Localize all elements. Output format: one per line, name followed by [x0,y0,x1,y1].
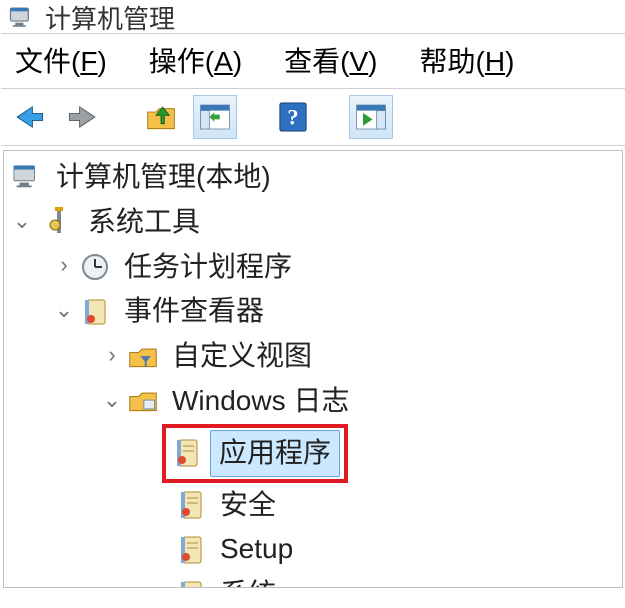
tree-node-system-tools[interactable]: ⌄ 系统工具 [4,200,622,245]
tree-node-security[interactable]: 安全 [4,483,622,528]
back-arrow-icon [12,103,46,131]
toggle-console-tree-button[interactable] [193,95,237,139]
tree-label-application: 应用程序 [210,430,340,477]
panel-toggle-icon [199,103,231,131]
tree-label-task-scheduler: 任务计划程序 [118,245,298,290]
tree-node-windows-logs[interactable]: ⌄ Windows 日志 [4,379,622,424]
folder-filter-icon [126,340,160,374]
tree-node-system[interactable]: 系统 [4,572,622,588]
tree-label-custom-views: 自定义视图 [166,334,318,379]
menu-bar: 文件(F) 操作(A) 查看(V) 帮助(H) [1,34,625,88]
menu-action[interactable]: 操作(A) [149,40,242,80]
tree-label-system-tools: 系统工具 [82,200,206,245]
computer-management-icon [10,160,44,194]
toolbar: ? [1,88,625,146]
help-button[interactable]: ? [271,95,315,139]
up-folder-icon [144,102,178,132]
tree-node-task-scheduler[interactable]: › 任务计划程序 [4,245,622,290]
console-tree-panel: 计算机管理(本地) ⌄ 系统工具 › [3,150,623,588]
tree-label-root: 计算机管理(本地) [50,155,277,200]
run-panel-icon [355,103,387,131]
expander-collapse-icon[interactable]: ⌄ [52,294,76,329]
forward-arrow-icon [66,103,100,131]
tree-label-event-viewer: 事件查看器 [118,289,270,334]
help-icon: ? [278,101,308,133]
clock-icon [78,250,112,284]
menu-help[interactable]: 帮助(H) [420,40,515,80]
tree-node-root[interactable]: 计算机管理(本地) [4,155,622,200]
tree-label-setup: Setup [214,527,299,572]
nav-forward-button[interactable] [61,95,105,139]
tree-node-setup[interactable]: Setup [4,527,622,572]
nav-back-button[interactable] [7,95,51,139]
tree-label-system: 系统 [214,572,282,588]
title-bar: 计算机管理 [1,1,625,33]
console-tree[interactable]: 计算机管理(本地) ⌄ 系统工具 › [4,151,622,588]
menu-view[interactable]: 查看(V) [284,40,377,80]
tree-node-application[interactable]: 应用程序 [4,424,622,483]
expander-expand-icon[interactable]: › [52,249,76,284]
tree-label-security: 安全 [214,483,282,528]
expander-collapse-icon[interactable]: ⌄ [100,384,124,419]
svg-text:?: ? [287,105,298,130]
system-tools-icon [42,205,76,239]
highlight-box: 应用程序 [162,424,348,483]
event-viewer-icon [78,295,112,329]
action-pane-button[interactable] [349,95,393,139]
log-icon [174,533,208,567]
app-icon [7,3,35,31]
folder-icon [126,384,160,418]
nav-up-button[interactable] [139,95,183,139]
log-icon [170,436,204,470]
window-title: 计算机管理 [45,0,175,36]
log-icon [174,578,208,588]
tree-node-event-viewer[interactable]: ⌄ 事件查看器 [4,289,622,334]
log-icon [174,488,208,522]
tree-node-custom-views[interactable]: › 自定义视图 [4,334,622,379]
tree-label-windows-logs: Windows 日志 [166,379,355,424]
computer-management-window: 计算机管理 文件(F) 操作(A) 查看(V) 帮助(H) [0,0,625,608]
expander-expand-icon[interactable]: › [100,339,124,374]
expander-collapse-icon[interactable]: ⌄ [10,205,34,240]
menu-file[interactable]: 文件(F) [15,40,107,80]
